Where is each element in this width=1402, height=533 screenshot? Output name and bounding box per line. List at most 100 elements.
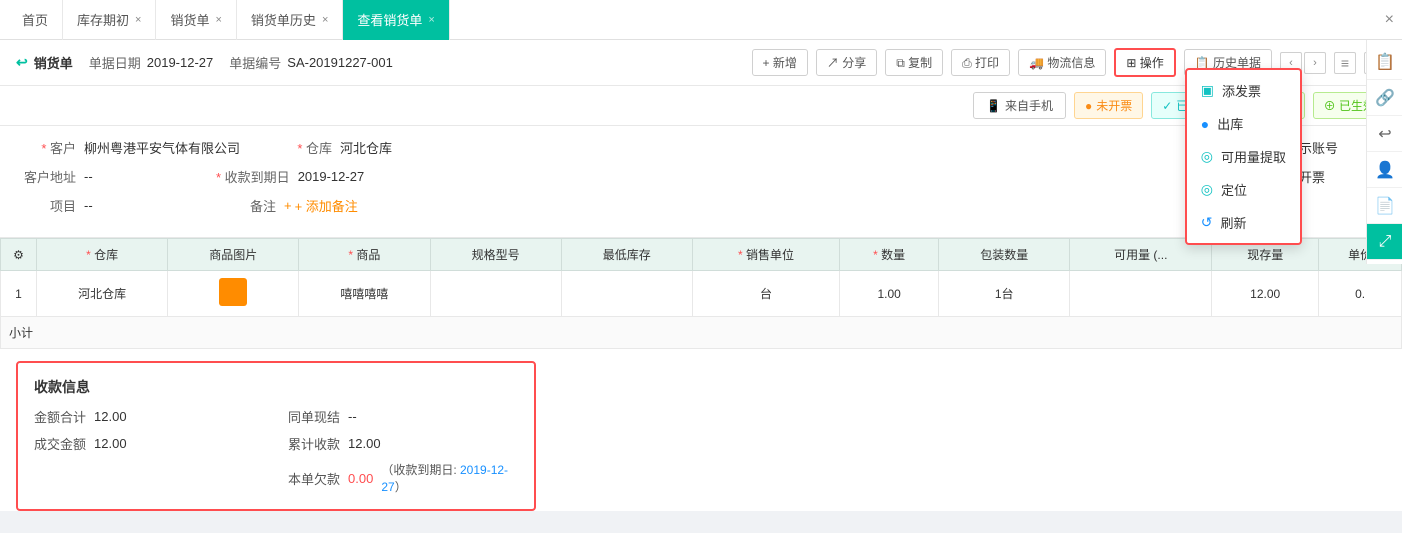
available-extract-icon: ◎ bbox=[1201, 148, 1213, 165]
sidebar-return-icon[interactable]: ↩ bbox=[1367, 116, 1402, 152]
out-warehouse-menu-item[interactable]: ● 出库 bbox=[1187, 107, 1300, 140]
address-value: -- bbox=[84, 169, 184, 184]
new-button[interactable]: + 新增 bbox=[752, 49, 808, 76]
sidebar-file-icon[interactable]: 📄 bbox=[1367, 188, 1402, 224]
date-label: 单据日期 bbox=[89, 53, 141, 72]
doc-icon: ↩ bbox=[16, 54, 28, 71]
image-header: 商品图片 bbox=[168, 239, 299, 271]
document-meta: 单据日期 2019-12-27 单据编号 SA-20191227-001 bbox=[89, 53, 736, 72]
balance-field: 本单欠款 0.00 （收款到期日: 2019-12-27） bbox=[288, 461, 518, 495]
product-table-container: ⚙ 仓库 商品图片 商品 规格型号 最低库存 销售单位 数量 包装数量 可用量 … bbox=[0, 238, 1402, 349]
product-header: 商品 bbox=[299, 239, 430, 271]
row-spec bbox=[430, 271, 561, 317]
payment-title: 收款信息 bbox=[34, 377, 518, 397]
row-pkgqty: 1台 bbox=[939, 271, 1070, 317]
row-unit: 台 bbox=[692, 271, 839, 317]
tab-sales-history[interactable]: 销货单历史 × bbox=[237, 0, 343, 40]
logistics-button[interactable]: 🚚 物流信息 bbox=[1018, 49, 1106, 76]
tab-view-sales[interactable]: 查看销货单 × bbox=[343, 0, 449, 40]
due-date-field: 收款到期日 2019-12-27 bbox=[216, 167, 398, 186]
doc-title-text: 销货单 bbox=[34, 53, 73, 72]
subtotal-row: 小计 bbox=[1, 317, 1402, 349]
sidebar-document-icon[interactable]: 📋 bbox=[1367, 44, 1402, 80]
row-price: 0. bbox=[1319, 271, 1402, 317]
tab-close-inventory[interactable]: × bbox=[135, 14, 141, 26]
copy-button[interactable]: ⧉ 复制 bbox=[885, 49, 943, 76]
same-order-label: 同单现结 bbox=[288, 407, 340, 426]
spec-header: 规格型号 bbox=[430, 239, 561, 271]
add-note-button[interactable]: + + 添加备注 bbox=[284, 196, 358, 215]
tab-close-sales[interactable]: × bbox=[215, 14, 221, 26]
form-row-1: 客户 柳州粤港平安气体有限公司 仓库 河北仓库 业务员 演示账号 bbox=[16, 138, 1386, 157]
customer-field: 客户 柳州粤港平安气体有限公司 bbox=[16, 138, 240, 157]
address-field: 客户地址 -- bbox=[16, 167, 184, 186]
share-button[interactable]: ↗ 分享 bbox=[816, 49, 877, 76]
total-amount-label: 金额合计 bbox=[34, 407, 86, 426]
cumulative-label: 累计收款 bbox=[288, 434, 340, 453]
address-label: 客户地址 bbox=[16, 167, 76, 186]
project-field: 项目 -- bbox=[16, 196, 184, 215]
tab-inventory-init[interactable]: 库存期初 × bbox=[63, 0, 156, 40]
same-order-value: -- bbox=[348, 409, 357, 424]
total-amount-field: 金额合计 12.00 bbox=[34, 407, 264, 426]
balance-value: 0.00 bbox=[348, 471, 373, 486]
print-button[interactable]: ⎙ 打印 bbox=[951, 49, 1010, 76]
tab-close-view[interactable]: × bbox=[428, 14, 434, 26]
row-minstock bbox=[561, 271, 692, 317]
customer-value: 柳州粤港平安气体有限公司 bbox=[84, 138, 240, 157]
sidebar-user-icon[interactable]: 👤 bbox=[1367, 152, 1402, 188]
date-value: 2019-12-27 bbox=[147, 55, 214, 70]
qty-header: 数量 bbox=[840, 239, 939, 271]
available-extract-menu-item[interactable]: ◎ 可用量提取 bbox=[1187, 140, 1300, 173]
form-row-3: 项目 -- 备注 + + 添加备注 业务员孟 -- bbox=[16, 196, 1386, 215]
document-title: ↩ 销货单 bbox=[16, 53, 73, 72]
note-label: 备注 bbox=[216, 196, 276, 215]
tab-sales-order[interactable]: 销货单 × bbox=[156, 0, 236, 40]
refresh-menu-item[interactable]: ↺ 刷新 bbox=[1187, 206, 1300, 239]
doc-number-field: 单据编号 SA-20191227-001 bbox=[229, 53, 393, 72]
settings-header[interactable]: ⚙ bbox=[1, 239, 37, 271]
list-view-button[interactable]: ≡ bbox=[1334, 52, 1356, 74]
deal-amount-value: 12.00 bbox=[94, 436, 127, 451]
from-phone-button[interactable]: 📱 来自手机 bbox=[973, 92, 1066, 119]
warehouse-label: 仓库 bbox=[272, 138, 332, 157]
locate-icon: ◎ bbox=[1201, 181, 1213, 198]
row-currentstock: 12.00 bbox=[1212, 271, 1319, 317]
tab-home[interactable]: 首页 bbox=[8, 0, 63, 40]
refresh-icon: ↺ bbox=[1201, 214, 1213, 231]
locate-menu-item[interactable]: ◎ 定位 bbox=[1187, 173, 1300, 206]
customer-label: 客户 bbox=[16, 138, 76, 157]
invoice-status-badge[interactable]: ● 未开票 bbox=[1074, 92, 1143, 119]
window-close-button[interactable]: × bbox=[1385, 11, 1394, 29]
payment-grid: 金额合计 12.00 同单现结 -- 成交金额 12.00 累计收款 12.00… bbox=[34, 407, 518, 495]
form-row-2: 客户地址 -- 收款到期日 2019-12-27 票据类型 不开票 bbox=[16, 167, 1386, 186]
sidebar-expand-icon[interactable]: ⤢ bbox=[1367, 224, 1402, 260]
project-value: -- bbox=[84, 198, 184, 213]
product-image bbox=[219, 278, 247, 306]
cumulative-payment-field: 累计收款 12.00 bbox=[288, 434, 518, 453]
next-arrow[interactable]: › bbox=[1304, 52, 1326, 74]
sidebar-link-icon[interactable]: 🔗 bbox=[1367, 80, 1402, 116]
operation-button[interactable]: ⊞ 操作 bbox=[1114, 48, 1175, 77]
project-label: 项目 bbox=[16, 196, 76, 215]
number-label: 单据编号 bbox=[229, 53, 281, 72]
row-available bbox=[1070, 271, 1212, 317]
pkgqty-header: 包装数量 bbox=[939, 239, 1070, 271]
deal-amount-field: 成交金额 12.00 bbox=[34, 434, 264, 453]
cumulative-value: 12.00 bbox=[348, 436, 381, 451]
invoice-dot: ● bbox=[1085, 99, 1092, 113]
row-image bbox=[168, 271, 299, 317]
tab-close-history[interactable]: × bbox=[322, 14, 328, 26]
unit-header: 销售单位 bbox=[692, 239, 839, 271]
number-value: SA-20191227-001 bbox=[287, 55, 393, 70]
plus-icon: + bbox=[284, 198, 292, 213]
balance-note: （收款到期日: 2019-12-27） bbox=[381, 461, 518, 495]
add-invoice-menu-item[interactable]: ▣ 添发票 bbox=[1187, 74, 1300, 107]
payment-section: 收款信息 金额合计 12.00 同单现结 -- 成交金额 12.00 累计收款 … bbox=[16, 361, 536, 511]
row-qty: 1.00 bbox=[840, 271, 939, 317]
note-field: 备注 + + 添加备注 bbox=[216, 196, 358, 215]
operation-dropdown: ▣ 添发票 ● 出库 ◎ 可用量提取 ◎ 定位 ↺ 刷新 bbox=[1185, 68, 1302, 245]
subtotal-label: 小计 bbox=[1, 317, 1402, 349]
warehouse-field: 仓库 河北仓库 bbox=[272, 138, 440, 157]
warehouse-header: 仓库 bbox=[37, 239, 168, 271]
